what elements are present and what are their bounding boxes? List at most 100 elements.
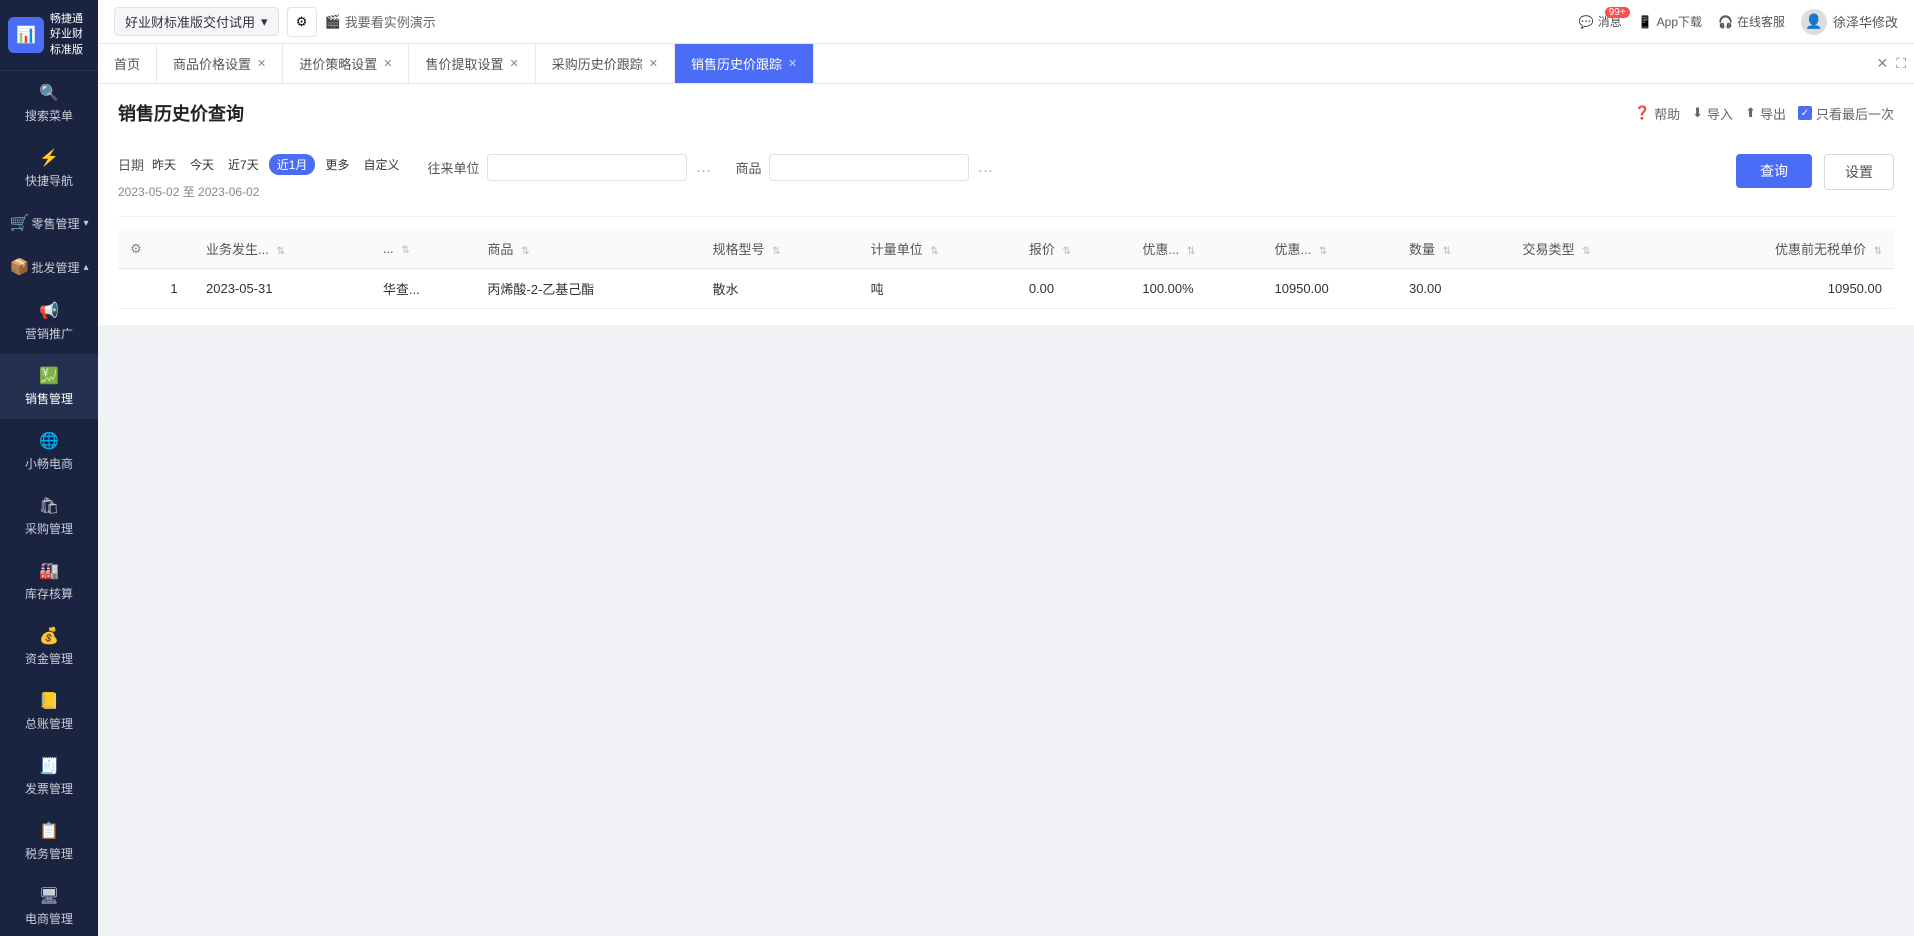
demo-icon: 🎬 <box>325 14 341 30</box>
only-last-checkbox[interactable]: ✓ 只看最后一次 <box>1798 104 1894 123</box>
tab-close-icon[interactable]: ✕ <box>383 57 392 70</box>
sidebar-logo: 📊 畅捷通好业财 标准版 <box>0 0 98 71</box>
sort-icon: ⇅ <box>772 246 780 257</box>
query-button[interactable]: 查询 <box>1736 154 1812 188</box>
demo-label: 我要看实例演示 <box>345 12 436 31</box>
sidebar-item-ecommerce[interactable]: 🌐 小畅电商 <box>0 419 98 484</box>
sidebar-item-retail[interactable]: 🛒 零售管理 ▾ <box>0 201 98 245</box>
tab-close-icon[interactable]: ✕ <box>510 57 519 70</box>
col-header-extra[interactable]: ... ⇅ <box>371 229 476 269</box>
col-header-discount1[interactable]: 优惠... ⇅ <box>1130 229 1262 269</box>
tab-home[interactable]: 首页 <box>98 44 157 84</box>
sidebar-item-marketing[interactable]: 📢 营销推广 <box>0 289 98 354</box>
sidebar-item-label: 电商管理 <box>25 910 73 927</box>
source-unit-input[interactable] <box>487 154 687 181</box>
help-button[interactable]: ❓ 帮助 <box>1634 104 1680 123</box>
tax-icon: 📋 <box>39 821 59 841</box>
sort-icon: ⇅ <box>1319 246 1327 257</box>
sidebar-item-sales[interactable]: 💹 销售管理 <box>0 354 98 419</box>
tab-product-price[interactable]: 商品价格设置 ✕ <box>157 44 283 84</box>
table-body: 1 2023-05-31 华查... 丙烯酸-2-乙基己酯 散水 吨 0.00 … <box>118 269 1894 309</box>
filter-settings-button[interactable]: 设置 <box>1824 154 1894 190</box>
tab-purchase-history[interactable]: 采购历史价跟踪 ✕ <box>536 44 675 84</box>
date-yesterday-btn[interactable]: 昨天 <box>148 154 180 175</box>
sidebar-item-ecom[interactable]: 🖥 电商管理 <box>0 874 98 936</box>
sort-icon: ⇅ <box>1874 246 1882 257</box>
date-more-btn[interactable]: 更多 <box>321 154 353 175</box>
cell-extra: 华查... <box>371 269 476 309</box>
content-area: 销售历史价查询 ❓ 帮助 ⬇ 导入 ⬆ 导出 ✓ <box>98 84 1914 936</box>
col-header-price[interactable]: 报价 ⇅ <box>1017 229 1131 269</box>
col-header-unit[interactable]: 计量单位 ⇅ <box>859 229 1017 269</box>
table-settings-gear-icon[interactable]: ⚙ <box>130 241 142 256</box>
product-picker-btn[interactable]: … <box>977 159 993 177</box>
version-selector[interactable]: 好业财标准版交付试用 ▾ <box>114 7 279 36</box>
sidebar-item-quick-nav[interactable]: ⚡ 快捷导航 <box>0 136 98 201</box>
only-last-label: 只看最后一次 <box>1816 104 1894 123</box>
message-badge: 99+ <box>1605 7 1630 18</box>
headset-icon: 🎧 <box>1718 15 1733 29</box>
messages-button[interactable]: 💬 消息 99+ <box>1579 13 1622 30</box>
sidebar-item-label: 发票管理 <box>25 780 73 797</box>
col-header-quantity[interactable]: 数量 ⇅ <box>1397 229 1511 269</box>
sidebar-item-wholesale[interactable]: 📦 批发管理 ▴ <box>0 245 98 289</box>
cell-discount1: 100.00% <box>1130 269 1262 309</box>
demo-button[interactable]: 🎬 我要看实例演示 <box>325 12 436 31</box>
date-last7-btn[interactable]: 近7天 <box>224 154 263 175</box>
date-custom-btn[interactable]: 自定义 <box>359 154 403 175</box>
date-last1month-btn[interactable]: 近1月 <box>269 154 316 175</box>
tab-sale-history[interactable]: 销售历史价跟踪 ✕ <box>675 44 814 84</box>
date-today-btn[interactable]: 今天 <box>186 154 218 175</box>
table-row[interactable]: 1 2023-05-31 华查... 丙烯酸-2-乙基己酯 散水 吨 0.00 … <box>118 269 1894 309</box>
sidebar-item-ledger[interactable]: 📒 总账管理 <box>0 679 98 744</box>
expand-panel-button[interactable]: ⛶ <box>1896 55 1906 72</box>
data-table: ⚙ 业务发生... ⇅ ... ⇅ <box>118 229 1894 309</box>
sidebar-item-label: 搜索菜单 <box>25 107 73 124</box>
sidebar-item-invoice[interactable]: 🧾 发票管理 <box>0 744 98 809</box>
tab-sale-history-label: 销售历史价跟踪 <box>691 54 782 73</box>
tab-purchase-strategy[interactable]: 进价策略设置 ✕ <box>283 44 409 84</box>
tab-sale-extract[interactable]: 售价提取设置 ✕ <box>409 44 535 84</box>
sidebar-item-finance[interactable]: 💰 资金管理 <box>0 614 98 679</box>
sidebar-item-search-menu[interactable]: 🔍 搜索菜单 <box>0 71 98 136</box>
export-button[interactable]: ⬆ 导出 <box>1745 104 1786 123</box>
close-panel-button[interactable]: ✕ <box>1876 55 1888 72</box>
wholesale-icon: 📦 <box>10 257 30 277</box>
source-unit-picker-btn[interactable]: … <box>695 159 711 177</box>
tab-close-icon[interactable]: ✕ <box>649 57 658 70</box>
cell-product: 丙烯酸-2-乙基己酯 <box>475 269 700 309</box>
sidebar-item-purchase[interactable]: 🛍 采购管理 <box>0 484 98 549</box>
online-service-button[interactable]: 🎧 在线客服 <box>1718 13 1785 30</box>
tabbar: 首页 商品价格设置 ✕ 进价策略设置 ✕ 售价提取设置 ✕ 采购历史价跟踪 ✕ … <box>98 44 1914 84</box>
import-button[interactable]: ⬇ 导入 <box>1692 104 1733 123</box>
col-header-product[interactable]: 商品 ⇅ <box>475 229 700 269</box>
product-input[interactable] <box>769 154 969 181</box>
col-header-pretax-price[interactable]: 优惠前无税单价 ⇅ <box>1669 229 1894 269</box>
sort-icon: ⇅ <box>1443 246 1451 257</box>
username: 徐泽华修改 <box>1833 12 1898 31</box>
settings-icon: ⚙ <box>296 14 308 30</box>
chevron-up-icon: ▴ <box>83 262 88 273</box>
tab-close-icon[interactable]: ✕ <box>257 57 266 70</box>
tab-close-icon[interactable]: ✕ <box>788 57 797 70</box>
sidebar-item-inventory[interactable]: 🏭 库存核算 <box>0 549 98 614</box>
col-header-discount2[interactable]: 优惠... ⇅ <box>1262 229 1396 269</box>
user-profile[interactable]: 👤 徐泽华修改 <box>1801 9 1898 35</box>
col-header-trade-type[interactable]: 交易类型 ⇅ <box>1510 229 1668 269</box>
col-header-settings[interactable]: ⚙ <box>118 229 154 269</box>
table-wrap: ⚙ 业务发生... ⇅ ... ⇅ <box>118 229 1894 309</box>
help-label: 帮助 <box>1654 104 1680 123</box>
topbar-settings-button[interactable]: ⚙ <box>287 7 317 37</box>
tabbar-end: ✕ ⛶ <box>1876 55 1914 72</box>
sort-icon: ⇅ <box>1582 246 1590 257</box>
filter-action-buttons: 查询 设置 <box>1736 154 1894 190</box>
col-header-spec[interactable]: 规格型号 ⇅ <box>700 229 858 269</box>
sort-icon: ⇅ <box>1062 246 1070 257</box>
product-label: 商品 <box>735 158 761 177</box>
sort-icon: ⇅ <box>276 246 284 257</box>
page-title: 销售历史价查询 <box>118 100 244 126</box>
sidebar-item-tax[interactable]: 📋 税务管理 <box>0 809 98 874</box>
version-label: 好业财标准版交付试用 <box>125 12 255 31</box>
app-download-button[interactable]: 📱 App下载 <box>1638 13 1702 30</box>
col-header-biz-date[interactable]: 业务发生... ⇅ <box>194 229 371 269</box>
